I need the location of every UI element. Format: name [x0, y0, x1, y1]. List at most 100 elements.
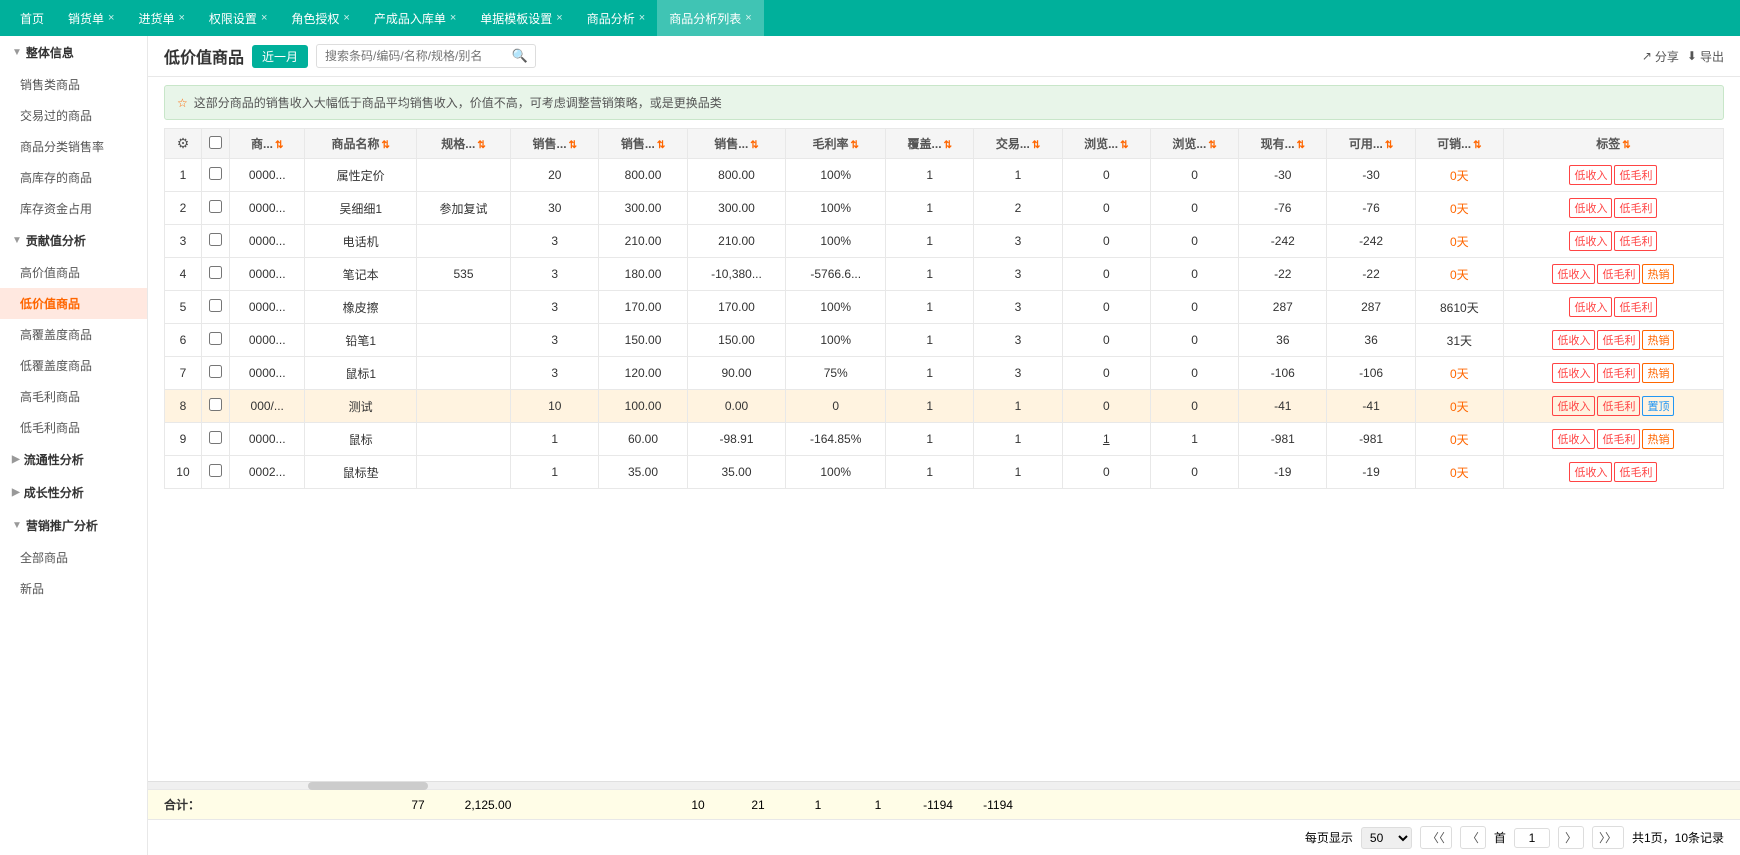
- sidebar-item-high-coverage[interactable]: 高覆盖度商品: [0, 319, 147, 350]
- th-cover[interactable]: 覆盖...⇅: [886, 129, 974, 159]
- sidebar-item-high-value[interactable]: 高价值商品: [0, 257, 147, 288]
- nav-home[interactable]: 首页: [8, 0, 56, 36]
- nav-roles[interactable]: 角色授权×: [279, 0, 361, 36]
- th-sale3[interactable]: 销售...⇅: [687, 129, 786, 159]
- tag-label: 低收入: [1569, 198, 1612, 218]
- th-settings[interactable]: ⚙: [165, 129, 202, 159]
- nav-template[interactable]: 单据模板设置×: [468, 0, 574, 36]
- cell-stock2: -22: [1327, 258, 1415, 291]
- row-checkbox[interactable]: [209, 266, 222, 279]
- sidebar-item-low-margin[interactable]: 低毛利商品: [0, 412, 147, 443]
- cell-tags: 低收入低毛利置顶: [1503, 390, 1723, 423]
- sidebar-group-liquidity[interactable]: ▶ 流通性分析: [0, 443, 147, 476]
- row-checkbox[interactable]: [209, 431, 222, 444]
- cell-checkbox[interactable]: [201, 357, 229, 390]
- first-page-button[interactable]: 〈〈: [1420, 826, 1452, 849]
- sidebar-item-sales-products[interactable]: 销售类商品: [0, 69, 147, 100]
- th-sale1[interactable]: 销售...⇅: [511, 129, 599, 159]
- share-button[interactable]: ↗ 分享: [1642, 48, 1679, 65]
- row-checkbox[interactable]: [209, 167, 222, 180]
- row-checkbox[interactable]: [209, 233, 222, 246]
- cell-checkbox[interactable]: [201, 390, 229, 423]
- table-row: 7 0000... 鼠标1 3 120.00 90.00 75% 1 3 0 0…: [165, 357, 1724, 390]
- settings-button[interactable]: ⚙: [177, 135, 190, 152]
- cell-checkbox[interactable]: [201, 159, 229, 192]
- nav-permissions[interactable]: 权限设置×: [197, 0, 279, 36]
- page-input[interactable]: [1514, 828, 1550, 848]
- cell-margin: 100%: [786, 291, 886, 324]
- search-input[interactable]: [316, 44, 536, 68]
- sidebar-item-high-stock[interactable]: 高库存的商品: [0, 162, 147, 193]
- nav-analysis-list[interactable]: 商品分析列表×: [657, 0, 763, 36]
- sidebar-item-new-products[interactable]: 新品: [0, 573, 147, 604]
- cell-checkbox[interactable]: [201, 324, 229, 357]
- th-sale2[interactable]: 销售...⇅: [599, 129, 687, 159]
- table-row: 8 000/... 测试 10 100.00 0.00 0 1 1 0 0 -4…: [165, 390, 1724, 423]
- cell-checkbox[interactable]: [201, 291, 229, 324]
- cell-tags: 低收入低毛利热销: [1503, 324, 1723, 357]
- row-checkbox[interactable]: [209, 332, 222, 345]
- sidebar-group-growth[interactable]: ▶ 成长性分析: [0, 476, 147, 509]
- period-button[interactable]: 近一月: [252, 45, 308, 68]
- th-stock2[interactable]: 可用...⇅: [1327, 129, 1415, 159]
- th-stock3[interactable]: 可销...⇅: [1415, 129, 1503, 159]
- cell-no: 2: [165, 192, 202, 225]
- row-checkbox[interactable]: [209, 464, 222, 477]
- th-tags[interactable]: 标签⇅: [1503, 129, 1723, 159]
- th-stock1[interactable]: 现有...⇅: [1239, 129, 1327, 159]
- cell-checkbox[interactable]: [201, 456, 229, 489]
- per-page-select[interactable]: 50 100 200: [1361, 827, 1412, 849]
- th-view2[interactable]: 浏览...⇅: [1150, 129, 1238, 159]
- row-checkbox[interactable]: [209, 299, 222, 312]
- th-spec[interactable]: 规格...⇅: [416, 129, 510, 159]
- sidebar-item-stock-capital[interactable]: 库存资金占用: [0, 193, 147, 224]
- sidebar-item-all-products[interactable]: 全部商品: [0, 542, 147, 573]
- tag-label: 低收入: [1569, 165, 1612, 185]
- cell-checkbox[interactable]: [201, 192, 229, 225]
- th-trade[interactable]: 交易...⇅: [974, 129, 1062, 159]
- cell-checkbox[interactable]: [201, 258, 229, 291]
- horizontal-scrollbar[interactable]: [148, 781, 1740, 789]
- cell-checkbox[interactable]: [201, 225, 229, 258]
- scrollbar-thumb[interactable]: [308, 782, 428, 790]
- sidebar-group-overall[interactable]: ▼ 整体信息: [0, 36, 147, 69]
- row-checkbox[interactable]: [209, 398, 222, 411]
- row-checkbox[interactable]: [209, 365, 222, 378]
- cell-name: 鼠标垫: [305, 456, 416, 489]
- th-name[interactable]: 商品名称⇅: [305, 129, 416, 159]
- sidebar-item-low-value[interactable]: 低价值商品: [0, 288, 147, 319]
- view-link[interactable]: 1: [1103, 432, 1110, 446]
- export-button[interactable]: ⬇ 导出: [1687, 48, 1724, 65]
- nav-analysis[interactable]: 商品分析×: [575, 0, 657, 36]
- sidebar-item-traded[interactable]: 交易过的商品: [0, 100, 147, 131]
- collapse-icon: ▼: [12, 47, 22, 58]
- tag-label: 热销: [1642, 264, 1674, 284]
- nav-products-in[interactable]: 产成品入库单×: [362, 0, 468, 36]
- cell-name: 鼠标1: [305, 357, 416, 390]
- row-checkbox[interactable]: [209, 200, 222, 213]
- cell-margin: 100%: [786, 192, 886, 225]
- nav-purchase[interactable]: 进货单×: [126, 0, 196, 36]
- th-margin[interactable]: 毛利率⇅: [786, 129, 886, 159]
- cell-sale2: 100.00: [599, 390, 687, 423]
- cell-days: 0天: [1415, 258, 1503, 291]
- sidebar-group-marketing[interactable]: ▼ 营销推广分析: [0, 509, 147, 542]
- cell-trade: 1: [974, 159, 1062, 192]
- select-all-checkbox[interactable]: [209, 136, 222, 149]
- next-page-button[interactable]: 〉: [1558, 826, 1584, 849]
- last-page-button[interactable]: 〉〉: [1592, 826, 1624, 849]
- th-view1[interactable]: 浏览...⇅: [1062, 129, 1150, 159]
- sidebar-item-category-rate[interactable]: 商品分类销售率: [0, 131, 147, 162]
- sidebar-item-high-margin[interactable]: 高毛利商品: [0, 381, 147, 412]
- table-wrapper[interactable]: ⚙ 商...⇅ 商品名称⇅ 规格...⇅ 销售...⇅ 销售...⇅ 销售...…: [148, 128, 1740, 781]
- sidebar-group-contribution[interactable]: ▼ 贡献值分析: [0, 224, 147, 257]
- sidebar-item-low-coverage[interactable]: 低覆盖度商品: [0, 350, 147, 381]
- th-checkbox[interactable]: [201, 129, 229, 159]
- th-code[interactable]: 商...⇅: [229, 129, 305, 159]
- nav-sales[interactable]: 销货单×: [56, 0, 126, 36]
- table-row: 5 0000... 橡皮擦 3 170.00 170.00 100% 1 3 0…: [165, 291, 1724, 324]
- collapse-icon: ▼: [12, 520, 22, 531]
- prev-page-button[interactable]: 〈: [1460, 826, 1486, 849]
- cell-checkbox[interactable]: [201, 423, 229, 456]
- cell-sale1: 30: [511, 192, 599, 225]
